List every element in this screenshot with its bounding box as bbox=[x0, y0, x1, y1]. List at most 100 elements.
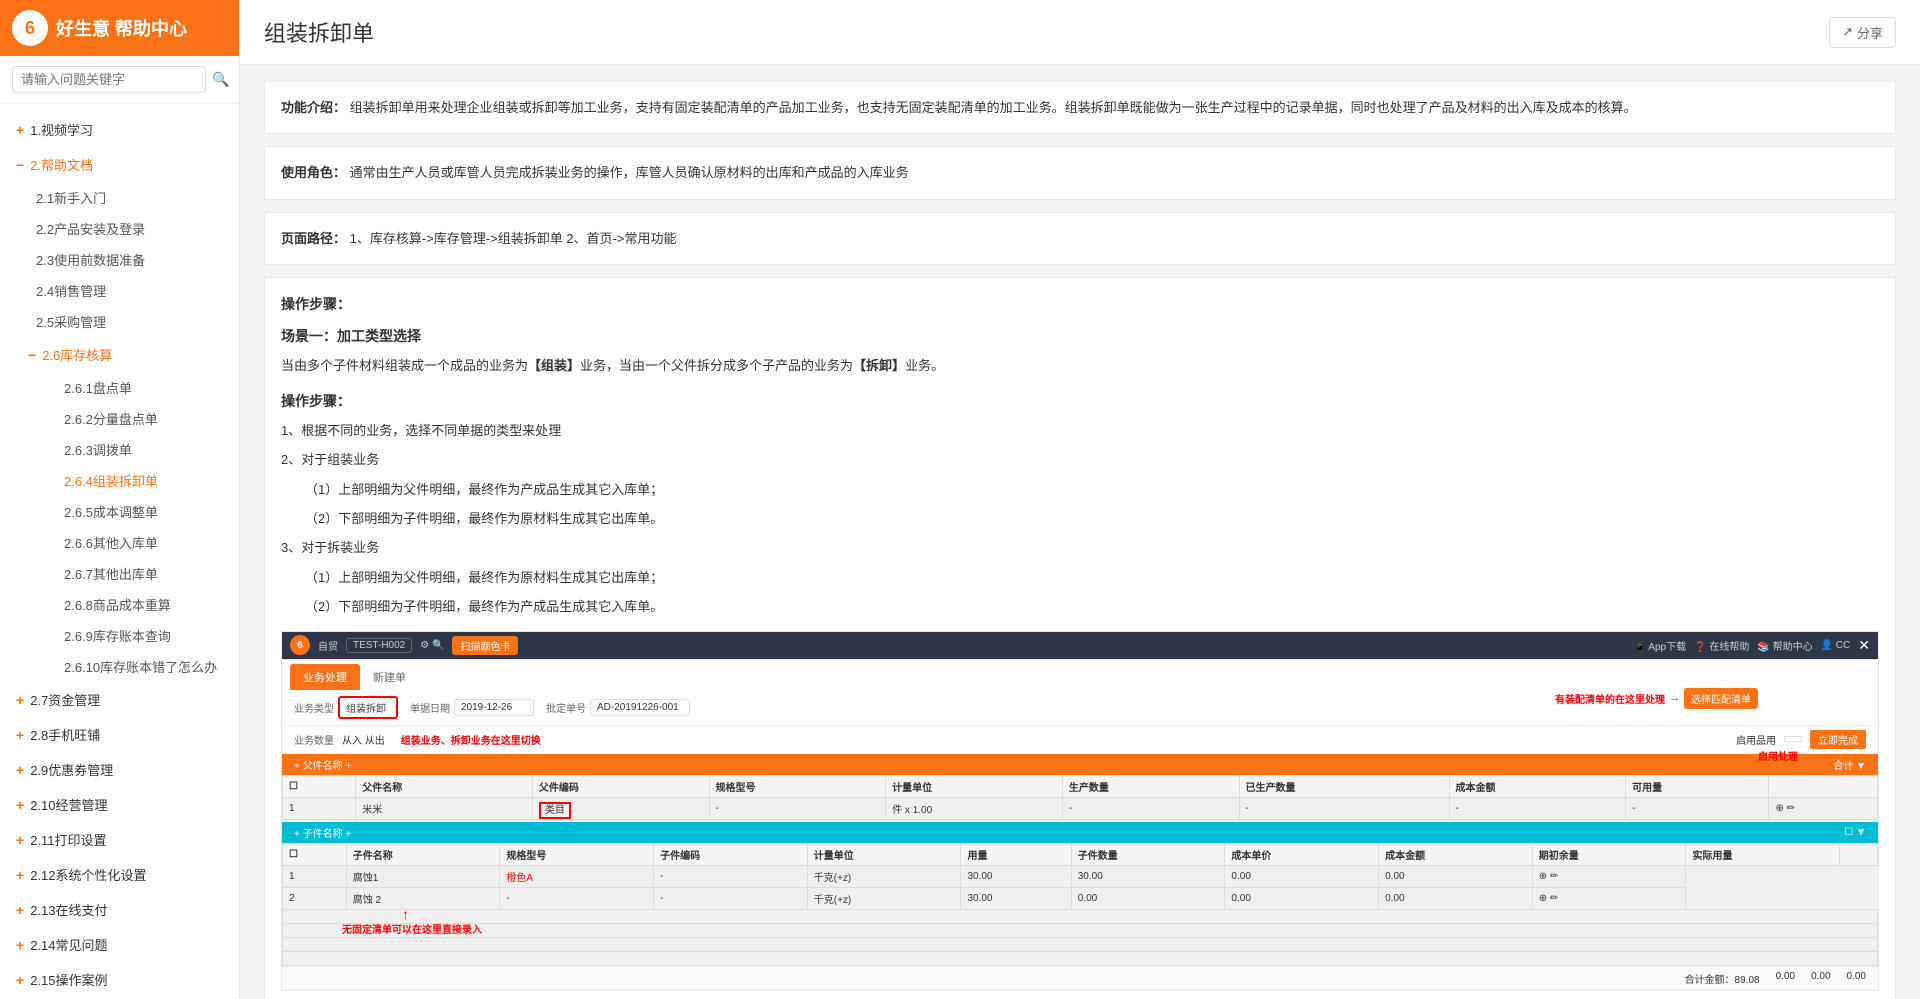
expand-icon: + bbox=[16, 937, 24, 953]
sidebar-item-otherin[interactable]: 2.6.6其他入库单 bbox=[56, 527, 239, 558]
share-label: 分享 bbox=[1857, 23, 1883, 42]
sim-date-input[interactable]: 2019-12-26 bbox=[454, 699, 534, 716]
sidebar-item-costrecalc[interactable]: 2.6.8商品成本重算 bbox=[56, 589, 239, 620]
sidebar-item-partial[interactable]: 2.6.2分量盘点单 bbox=[56, 403, 239, 434]
nav-group-faq: + 2.14常见问题 bbox=[0, 927, 239, 962]
sim-col-cost: 成本金额 bbox=[1449, 775, 1626, 797]
sidebar-item-install[interactable]: 2.2产品安装及登录 bbox=[28, 213, 239, 244]
sidebar-item-purchase[interactable]: 2.5采购管理 bbox=[28, 306, 239, 337]
sim-upper-table: ☐ 父件名称 父件编码 规格型号 计量单位 生产数量 已生产数量 成本金额 可用… bbox=[282, 775, 1878, 820]
sim-type-input[interactable]: 组装拆卸 bbox=[338, 696, 398, 719]
sidebar-item-label: 1.视频学习 bbox=[30, 120, 93, 139]
sim-ui: 6 自贸 TEST-H002 ⚙ 🔍 扫描颜色卡 📱 App下载 ❓ 在线帮助 … bbox=[282, 632, 1878, 990]
sidebar-item-data[interactable]: 2.3使用前数据准备 bbox=[28, 244, 239, 275]
sidebar-item-new[interactable]: 2.1新手入门 bbox=[28, 182, 239, 213]
sidebar-item-stockerror[interactable]: 2.6.10库存账本错了怎么办 bbox=[56, 651, 239, 682]
sidebar-item-coupon[interactable]: + 2.9优惠券管理 bbox=[0, 752, 239, 787]
step-2: 2、对于组装业务 bbox=[281, 448, 1879, 471]
sidebar-item-docs[interactable]: − 2.帮助文档 bbox=[0, 147, 239, 182]
expand-icon: + bbox=[16, 972, 24, 988]
logo-icon: 6 bbox=[12, 10, 48, 46]
sidebar-item-finance[interactable]: + 2.7资金管理 bbox=[0, 682, 239, 717]
sidebar-item-print[interactable]: + 2.11打印设置 bbox=[0, 822, 239, 857]
sidebar-item-sales[interactable]: 2.4销售管理 bbox=[28, 275, 239, 306]
sim-col-spec: 规格型号 bbox=[709, 775, 886, 797]
sidebar-item-assembly[interactable]: 2.6.4组装拆卸单 bbox=[56, 465, 239, 496]
sim-match-btn[interactable]: 选择匹配清单 bbox=[1684, 688, 1758, 709]
sim-tab-bar: 业务处理 新建单 bbox=[282, 660, 1878, 690]
sim-arrow-up-4: ↑ bbox=[402, 906, 409, 922]
sim-close-icon[interactable]: ✕ bbox=[1858, 637, 1870, 654]
sim-upper-label: + 父件名称 + bbox=[294, 757, 351, 772]
sim-annotation-2: 组装业务、拆卸业务在这里切换 bbox=[401, 732, 541, 747]
sidebar-item-inventory[interactable]: − 2.6库存核算 bbox=[28, 337, 239, 372]
sim-confirm-btn[interactable]: 立即完成 bbox=[1810, 730, 1866, 749]
sim-switch-area: 业务数量 从入 从出 组装业务、拆卸业务在这里切换 bbox=[294, 732, 541, 747]
sim-logo: 6 bbox=[290, 635, 310, 655]
sidebar-item-otherout[interactable]: 2.6.7其他出库单 bbox=[56, 558, 239, 589]
path-block: 页面路径： 1、库存核算->库存管理->组装拆卸单 2、首页->常用功能 bbox=[264, 212, 1896, 265]
nav-group-ops: + 2.10经营管理 bbox=[0, 787, 239, 822]
nav-group-cases: + 2.15操作案例 bbox=[0, 962, 239, 997]
sim-total-3: 0.00 bbox=[1811, 971, 1830, 986]
sidebar-item-videos[interactable]: + 1.视频学习 bbox=[0, 112, 239, 147]
sim-annotation-1-container: 有装配清单的在这里处理 → 选择匹配清单 bbox=[1555, 688, 1758, 709]
sim-right-icons: 📱 App下载 ❓ 在线帮助 📚 帮助中心 👤 CC ✕ bbox=[1634, 637, 1870, 654]
intro-text: 组装拆卸单用来处理企业组装或拆卸等加工业务，支持有固定装配清单的产品加工业务，也… bbox=[350, 100, 1637, 115]
sim-col-produced: 已生产数量 bbox=[1239, 775, 1449, 797]
step-1: 1、根据不同的业务，选择不同单据的类型来处理 bbox=[281, 419, 1879, 442]
sidebar-item-label: 2.9优惠券管理 bbox=[30, 760, 113, 779]
sim-col-checkbox: ☐ bbox=[283, 775, 356, 797]
sim-top-bar: 6 自贸 TEST-H002 ⚙ 🔍 扫描颜色卡 📱 App下载 ❓ 在线帮助 … bbox=[282, 632, 1878, 660]
sidebar-item-adjust[interactable]: 2.6.3调拨单 bbox=[56, 434, 239, 465]
sidebar-item-label: 2.12系统个性化设置 bbox=[30, 865, 146, 884]
sim-col-parent-name: 父件名称 bbox=[356, 775, 533, 797]
sim-col-parent-code: 父件编码 bbox=[532, 775, 709, 797]
sidebar-item-stocktake[interactable]: 2.6.1盘点单 bbox=[56, 372, 239, 403]
sidebar-item-label: 2.13在线支付 bbox=[30, 900, 107, 919]
screenshot-container: 6 自贸 TEST-H002 ⚙ 🔍 扫描颜色卡 📱 App下载 ❓ 在线帮助 … bbox=[281, 631, 1879, 991]
sim-tab-ops[interactable]: 业务处理 bbox=[290, 664, 360, 690]
content-body: 功能介绍： 组装拆卸单用来处理企业组装或拆卸等加工业务，支持有固定装配清单的产品… bbox=[240, 65, 1920, 999]
search-icon[interactable]: 🔍 bbox=[212, 71, 229, 88]
page-title: 组装拆卸单 bbox=[264, 16, 374, 48]
share-button[interactable]: ↗ 分享 bbox=[1829, 17, 1896, 48]
content-header: 组装拆卸单 ↗ 分享 bbox=[240, 0, 1920, 65]
expand-icon: + bbox=[16, 762, 24, 778]
sidebar-item-cases[interactable]: + 2.15操作案例 bbox=[0, 962, 239, 997]
role-label: 使用角色： bbox=[281, 165, 346, 180]
scene1-desc: 当由多个子件材料组装成一个成品的业务为【组装】业务，当由一个父件拆分成多个子产品… bbox=[281, 354, 1879, 379]
sim-scan-btn[interactable]: 扫描颜色卡 bbox=[452, 636, 518, 655]
expand-icon: + bbox=[16, 902, 24, 918]
search-input[interactable] bbox=[12, 66, 206, 93]
sim-upper-actions: 合计 ▼ bbox=[1833, 757, 1866, 772]
step-3: 3、对于拆装业务 bbox=[281, 536, 1879, 559]
scene1-heading: 场景一：加工类型选择 bbox=[281, 326, 1879, 346]
nav-group-print: + 2.11打印设置 bbox=[0, 822, 239, 857]
sidebar-item-ops[interactable]: + 2.10经营管理 bbox=[0, 787, 239, 822]
sidebar-item-mobile[interactable]: + 2.8手机旺铺 bbox=[0, 717, 239, 752]
path-label: 页面路径： bbox=[281, 231, 346, 246]
sim-arrow-1: → bbox=[1669, 692, 1680, 704]
sidebar-item-online[interactable]: + 2.13在线支付 bbox=[0, 892, 239, 927]
step-3-2: （2）下部明细为子件明细，最终作为产成品生成其它入库单。 bbox=[281, 595, 1879, 618]
table-row bbox=[283, 923, 1878, 937]
main-content: 组装拆卸单 ↗ 分享 功能介绍： 组装拆卸单用来处理企业组装或拆卸等加工业务，支… bbox=[240, 0, 1920, 999]
sidebar-item-faq[interactable]: + 2.14常见问题 bbox=[0, 927, 239, 962]
sim-docno-input[interactable]: AD-20191226-001 bbox=[590, 699, 690, 716]
sidebar-item-costadjust[interactable]: 2.6.5成本调整单 bbox=[56, 496, 239, 527]
sim-enable-input[interactable] bbox=[1784, 736, 1802, 742]
sim-tab-new[interactable]: 新建单 bbox=[360, 664, 419, 690]
expand-icon: + bbox=[16, 122, 24, 138]
sidebar-item-label: 2.7资金管理 bbox=[30, 690, 100, 709]
sim-total-4: 0.00 bbox=[1847, 971, 1866, 986]
sim-form-bar: 业务类型 组装拆卸 单据日期 2019-12-26 批定单号 AD-201912… bbox=[282, 690, 1878, 726]
sim-brand: 自贸 bbox=[318, 638, 338, 653]
sim-enable-area: 启用品用 立即完成 启用处理 bbox=[1736, 730, 1866, 749]
sim-field-docno: 批定单号 AD-20191226-001 bbox=[546, 699, 690, 716]
expand-icon: + bbox=[16, 867, 24, 883]
sim-switch-label: 业务数量 bbox=[294, 732, 334, 747]
sidebar-item-custom[interactable]: + 2.12系统个性化设置 bbox=[0, 857, 239, 892]
table-row bbox=[283, 937, 1878, 951]
sidebar-item-stockcheck[interactable]: 2.6.9库存账本查询 bbox=[56, 620, 239, 651]
